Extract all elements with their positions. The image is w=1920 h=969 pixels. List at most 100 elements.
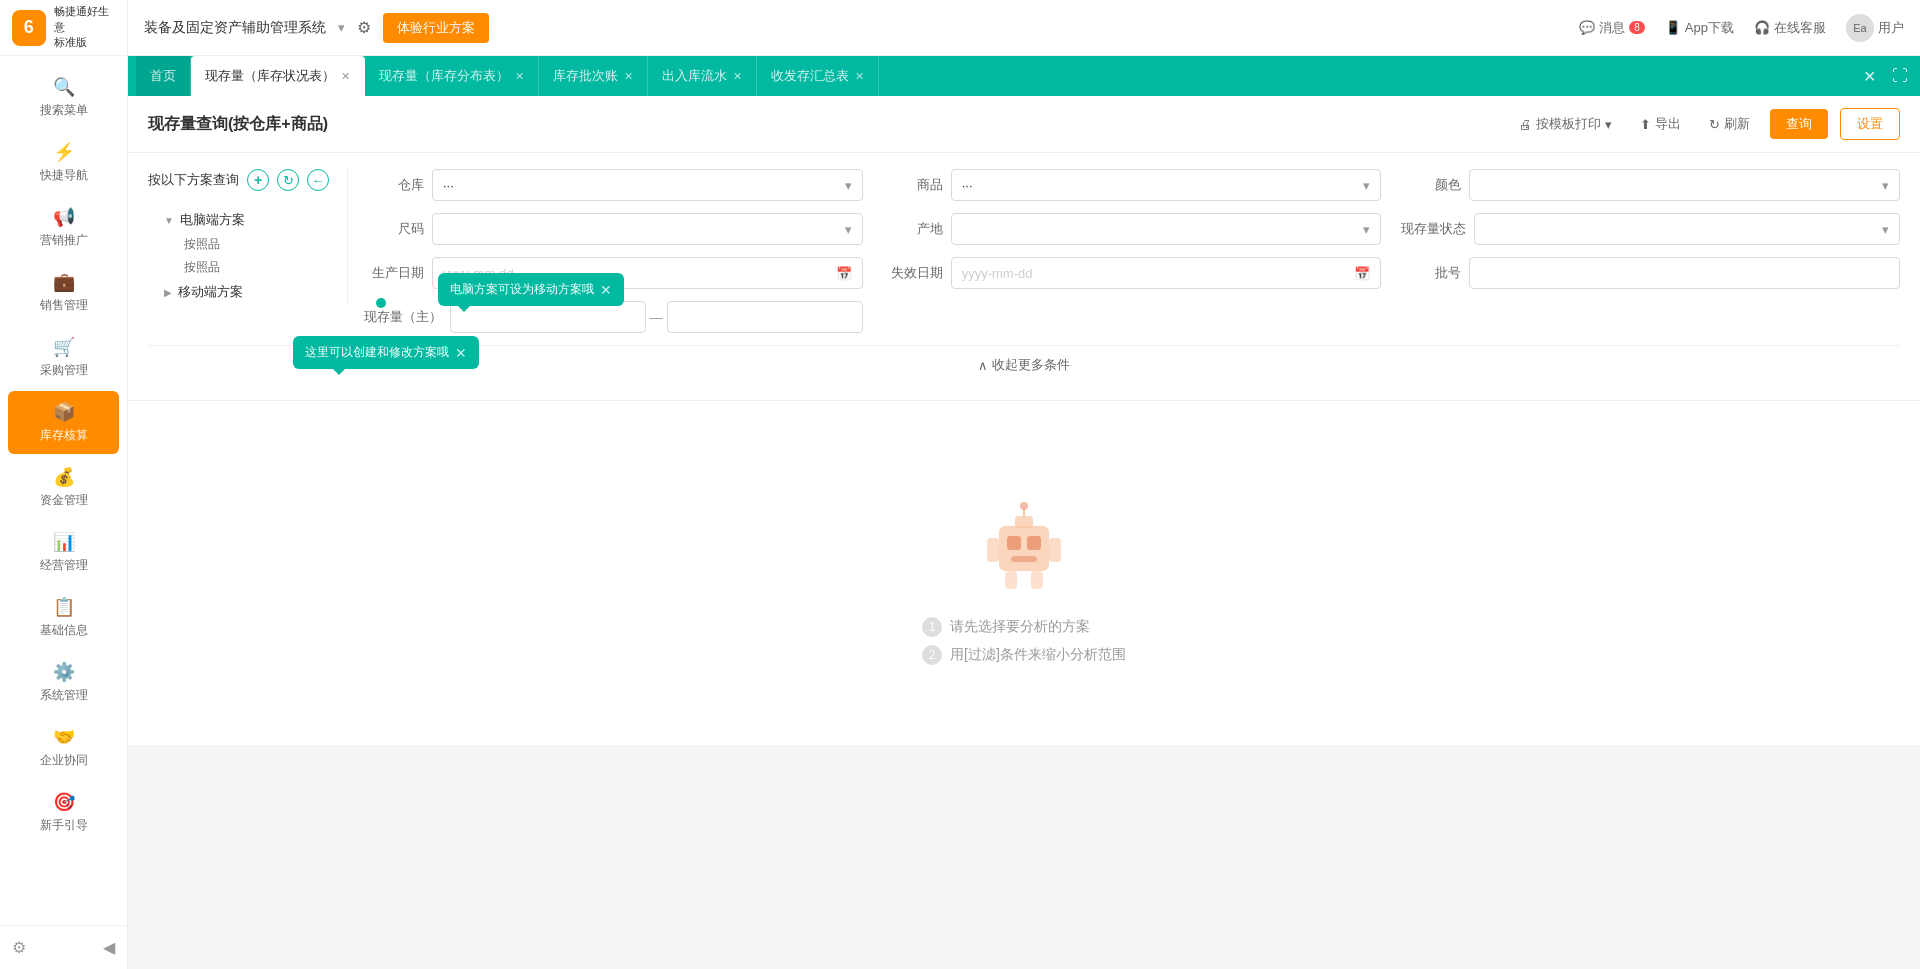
tab-maximize-btn[interactable]: ⛶ [1888, 63, 1912, 90]
sidebar-item-purchase[interactable]: 🛒 采购管理 [8, 326, 119, 389]
message-icon: 💬 [1579, 20, 1595, 35]
tab-inventory-distribution-label: 现存量（库存分布表） [379, 67, 509, 85]
system-title: 装备及固定资产辅助管理系统 [144, 19, 326, 37]
warehouse-select[interactable]: ··· ▾ [432, 169, 863, 201]
sidebar-item-enterprise[interactable]: 🤝 企业协同 [8, 716, 119, 779]
sidebar-item-quicknav[interactable]: ⚡ 快捷导航 [8, 131, 119, 194]
sidebar-item-sales[interactable]: 💼 销售管理 [8, 261, 119, 324]
select-arrow-icon: ▾ [1363, 222, 1370, 237]
tooltip1-close[interactable]: ✕ [600, 282, 612, 298]
refresh-button[interactable]: ↻ 刷新 [1701, 111, 1758, 137]
expiry-date-label: 失效日期 [883, 264, 943, 282]
tab-inventory-status[interactable]: 现存量（库存状况表） ✕ [191, 56, 365, 96]
filter-add-btn[interactable]: + [247, 169, 269, 191]
select-arrow-icon: ▾ [845, 222, 852, 237]
stock-status-label: 现存量状态 [1401, 220, 1466, 238]
calendar-icon: 📅 [1354, 266, 1370, 281]
phone-icon: 📱 [1665, 20, 1681, 35]
warehouse-label: 仓库 [364, 176, 424, 194]
scheme-panel: 按以下方案查询 + ↻ ← ▼ 电脑端方案 按照品 按照品 [148, 169, 348, 305]
dot-indicator [376, 298, 386, 308]
print-icon: 🖨 [1519, 117, 1532, 132]
marketing-icon: 📢 [53, 206, 75, 228]
message-button[interactable]: 💬 消息 8 [1579, 19, 1645, 37]
filter-title: 按以下方案查询 [148, 171, 239, 189]
tooltip2-close[interactable]: ✕ [455, 345, 467, 361]
sales-icon: 💼 [53, 271, 75, 293]
business-icon: 📊 [53, 531, 75, 553]
filter-row-origin: 产地 ▾ [883, 213, 1382, 245]
svg-rect-4 [1015, 516, 1033, 528]
sidebar-item-guide[interactable]: 🎯 新手引导 [8, 781, 119, 844]
logo-icon: 6 [12, 10, 46, 46]
query-button[interactable]: 查询 [1770, 109, 1828, 139]
sidebar-collapse-btn[interactable]: ◀ [103, 938, 115, 957]
size-label: 尺码 [364, 220, 424, 238]
color-select[interactable]: ▾ [1469, 169, 1900, 201]
sidebar-item-search[interactable]: 🔍 搜索菜单 [8, 66, 119, 129]
mobile-scheme-item[interactable]: ▶ 移动端方案 [156, 279, 331, 305]
stock-status-select[interactable]: ▾ [1474, 213, 1900, 245]
user-menu[interactable]: Ea 用户 [1846, 14, 1904, 42]
tab-batch-account-close[interactable]: ✕ [624, 70, 633, 83]
sidebar-item-marketing[interactable]: 📢 营销推广 [8, 196, 119, 259]
filter-row-warehouse: 仓库 ··· ▾ [364, 169, 863, 201]
topbar-right: 💬 消息 8 📱 App下载 🎧 在线客服 Ea 用户 [1579, 14, 1904, 42]
purchase-icon: 🛒 [53, 336, 75, 358]
stock-max-input[interactable] [667, 301, 863, 333]
filter-row-size: 尺码 ▾ [364, 213, 863, 245]
batch-input[interactable] [1469, 257, 1900, 289]
tab-close-all-btn[interactable]: ✕ [1859, 63, 1880, 90]
tab-receive-summary-close[interactable]: ✕ [855, 70, 864, 83]
tab-batch-account-label: 库存批次账 [553, 67, 618, 85]
sidebar-item-inventory[interactable]: 📦 库存核算 [8, 391, 119, 454]
chevron-down-icon: ▾ [1605, 117, 1612, 132]
empty-step-2: 2 用[过滤]条件来缩小分析范围 [922, 645, 1126, 665]
trial-button[interactable]: 体验行业方案 [383, 13, 489, 43]
tab-inventory-status-close[interactable]: ✕ [341, 70, 350, 83]
main-content: 现存量查询(按仓库+商品) 🖨 按模板打印 ▾ ⬆ 导出 ↻ 刷新 查询 设置 … [128, 96, 1920, 969]
sidebar-settings-btn[interactable]: ⚙ [12, 938, 26, 957]
tooltip-desktop-scheme: 电脑方案可设为移动方案哦 ✕ [438, 273, 624, 306]
base-icon: 📋 [53, 596, 75, 618]
tab-batch-account[interactable]: 库存批次账 ✕ [539, 56, 648, 96]
svg-rect-7 [987, 538, 999, 562]
print-button[interactable]: 🖨 按模板打印 ▾ [1511, 111, 1620, 137]
sidebar-item-base[interactable]: 📋 基础信息 [8, 586, 119, 649]
tab-inout-flow[interactable]: 出入库流水 ✕ [648, 56, 757, 96]
tab-home[interactable]: 首页 [136, 56, 191, 96]
filter-refresh-btn[interactable]: ↻ [277, 169, 299, 191]
svg-point-6 [1020, 502, 1028, 510]
export-button[interactable]: ⬆ 导出 [1632, 111, 1689, 137]
expiry-date-input[interactable]: yyyy-mm-dd 📅 [951, 257, 1382, 289]
tab-receive-summary-label: 收发存汇总表 [771, 67, 849, 85]
online-service-button[interactable]: 🎧 在线客服 [1754, 19, 1826, 37]
origin-select[interactable]: ▾ [951, 213, 1382, 245]
chevron-down-icon: ▾ [338, 20, 345, 35]
tab-inout-flow-close[interactable]: ✕ [733, 70, 742, 83]
select-arrow-icon: ▾ [1363, 178, 1370, 193]
expand-arrow-icon: ▼ [164, 215, 174, 226]
sidebar-item-finance[interactable]: 💰 资金管理 [8, 456, 119, 519]
product-label: 商品 [883, 176, 943, 194]
reset-button[interactable]: 设置 [1840, 108, 1900, 140]
tab-inventory-distribution-close[interactable]: ✕ [515, 70, 524, 83]
sidebar-item-business[interactable]: 📊 经营管理 [8, 521, 119, 584]
prod-date-label: 生产日期 [364, 264, 424, 282]
product-select[interactable]: ··· ▾ [951, 169, 1382, 201]
size-select[interactable]: ▾ [432, 213, 863, 245]
desktop-child-1[interactable]: 按照品 [156, 233, 331, 256]
desktop-scheme-item[interactable]: ▼ 电脑端方案 [156, 207, 331, 233]
filter-arrow-btn[interactable]: ← [307, 169, 329, 191]
topbar-settings-icon[interactable]: ⚙ [357, 18, 371, 37]
guide-icon: 🎯 [53, 791, 75, 813]
app-download-button[interactable]: 📱 App下载 [1665, 19, 1734, 37]
sidebar-item-system[interactable]: ⚙️ 系统管理 [8, 651, 119, 714]
tab-actions: ✕ ⛶ [1859, 63, 1912, 90]
tab-receive-summary[interactable]: 收发存汇总表 ✕ [757, 56, 879, 96]
tab-inventory-distribution[interactable]: 现存量（库存分布表） ✕ [365, 56, 539, 96]
enterprise-icon: 🤝 [53, 726, 75, 748]
batch-label: 批号 [1401, 264, 1461, 282]
desktop-child-2[interactable]: 按照品 [156, 256, 331, 279]
svg-rect-3 [1011, 556, 1037, 562]
